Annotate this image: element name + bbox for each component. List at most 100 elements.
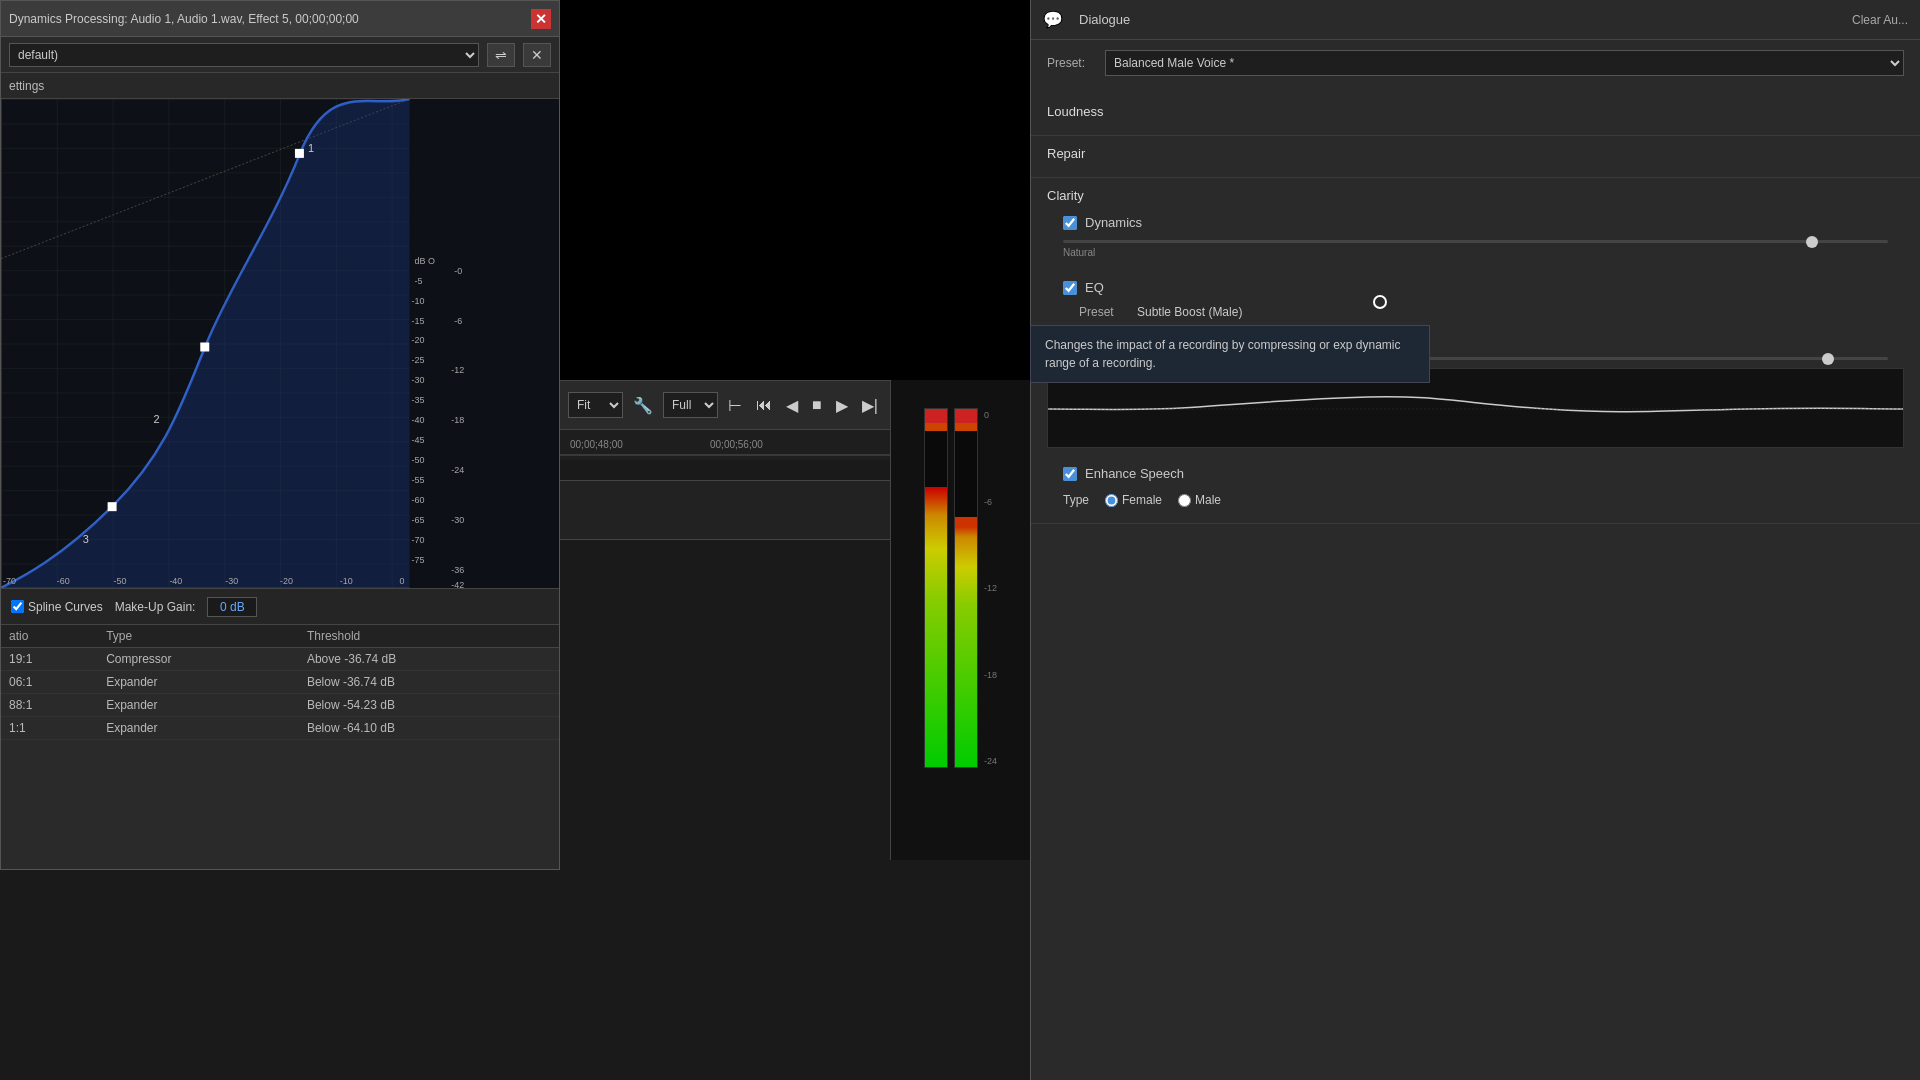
svg-text:-60: -60 bbox=[412, 495, 425, 505]
mark-in-button[interactable]: ⊢ bbox=[724, 392, 746, 419]
svg-text:-42: -42 bbox=[451, 580, 464, 588]
reset-button[interactable]: ⇌ bbox=[487, 43, 515, 67]
eq-chart-svg bbox=[1048, 369, 1903, 448]
video-area bbox=[560, 0, 1030, 380]
svg-text:-20: -20 bbox=[412, 335, 425, 345]
prev-frame-button[interactable]: ◀ bbox=[782, 392, 802, 419]
svg-text:-20: -20 bbox=[280, 576, 293, 586]
svg-text:-45: -45 bbox=[412, 435, 425, 445]
play-button[interactable]: ▶ bbox=[832, 392, 852, 419]
step-back-button[interactable]: ⏮ bbox=[752, 392, 776, 418]
svg-text:-10: -10 bbox=[340, 576, 353, 586]
eq-preset-value: Subtle Boost (Male) bbox=[1137, 305, 1242, 319]
cell-ratio: 1:1 bbox=[1, 717, 98, 740]
clarity-section: Clarity Dynamics Natural EQ Preset Subtl… bbox=[1031, 178, 1920, 524]
graph-container: 1 2 3 4 dB O -5 -10 -15 -20 -25 -30 -35 … bbox=[1, 99, 559, 589]
amount-slider-thumb[interactable] bbox=[1822, 353, 1834, 365]
eq-preset-label: Preset bbox=[1079, 305, 1129, 319]
amount-label: Amount bbox=[1063, 335, 1104, 349]
dialogue-tab[interactable]: Dialogue bbox=[1071, 8, 1138, 31]
svg-text:2: 2 bbox=[153, 413, 159, 425]
col-ratio: atio bbox=[1, 625, 98, 648]
amount-slider-track bbox=[1063, 357, 1888, 360]
quality-select[interactable]: Full bbox=[663, 392, 718, 418]
loudness-label: Loudness bbox=[1047, 104, 1904, 119]
svg-text:-60: -60 bbox=[57, 576, 70, 586]
male-radio[interactable] bbox=[1178, 494, 1191, 507]
svg-text:0: 0 bbox=[400, 576, 405, 586]
next-frame-button[interactable]: ▶| bbox=[858, 392, 882, 419]
dynamics-slider-container: Natural bbox=[1047, 236, 1904, 266]
cell-type: Expander bbox=[98, 694, 299, 717]
table-row: 88:1 Expander Below -54.23 dB bbox=[1, 694, 559, 717]
zoom-select[interactable]: Fit bbox=[568, 392, 623, 418]
enhance-speech-label: Enhance Speech bbox=[1085, 466, 1184, 481]
dynamics-slider-thumb[interactable] bbox=[1806, 236, 1818, 248]
clear-audio-button[interactable]: Clear Au... bbox=[1852, 13, 1908, 27]
dynamics-graph: 1 2 3 4 dB O -5 -10 -15 -20 -25 -30 -35 … bbox=[1, 99, 559, 588]
svg-text:-15: -15 bbox=[412, 316, 425, 326]
female-radio-option: Female bbox=[1105, 493, 1162, 507]
dynamics-row: Dynamics bbox=[1047, 209, 1904, 236]
stop-button[interactable]: ■ bbox=[808, 392, 826, 418]
dynamics-toolbar: default) ⇌ ✕ bbox=[1, 37, 559, 73]
right-panel-header: 💬 Dialogue Clear Au... bbox=[1031, 0, 1920, 40]
clarity-label: Clarity bbox=[1047, 188, 1904, 203]
dynamics-table-body: 19:1 Compressor Above -36.74 dB 06:1 Exp… bbox=[1, 648, 559, 740]
spline-curves-checkbox-label[interactable]: Spline Curves bbox=[11, 600, 103, 614]
makeup-gain-value[interactable]: 0 dB bbox=[207, 597, 257, 617]
svg-text:-50: -50 bbox=[114, 576, 127, 586]
cell-type: Compressor bbox=[98, 648, 299, 671]
enhance-speech-checkbox[interactable] bbox=[1063, 467, 1077, 481]
svg-text:-50: -50 bbox=[412, 455, 425, 465]
type-label: Type bbox=[1063, 493, 1089, 507]
male-label: Male bbox=[1195, 493, 1221, 507]
col-type: Type bbox=[98, 625, 299, 648]
cell-threshold: Below -54.23 dB bbox=[299, 694, 559, 717]
svg-text:-12: -12 bbox=[451, 365, 464, 375]
table-row: 06:1 Expander Below -36.74 dB bbox=[1, 671, 559, 694]
svg-text:00;00;48;00: 00;00;48;00 bbox=[570, 439, 623, 450]
dynamics-table-container: atio Type Threshold 19:1 Compressor Abov… bbox=[1, 625, 559, 740]
female-radio[interactable] bbox=[1105, 494, 1118, 507]
cell-ratio: 88:1 bbox=[1, 694, 98, 717]
svg-text:-55: -55 bbox=[412, 475, 425, 485]
zoom-icon[interactable]: 🔧 bbox=[629, 392, 657, 419]
svg-text:-6: -6 bbox=[454, 316, 462, 326]
svg-text:00;00;56;00: 00;00;56;00 bbox=[710, 439, 763, 450]
preset-select[interactable]: Balanced Male Voice * bbox=[1105, 50, 1904, 76]
eq-row: EQ bbox=[1047, 274, 1904, 301]
eq-checkbox[interactable] bbox=[1063, 281, 1077, 295]
meter-scale: 0 -6 -12 -18 -24 bbox=[984, 408, 997, 768]
cell-type: Expander bbox=[98, 671, 299, 694]
svg-text:-18: -18 bbox=[451, 415, 464, 425]
close-panel-button[interactable]: ✕ bbox=[523, 43, 551, 67]
dynamics-window: Dynamics Processing: Audio 1, Audio 1.wa… bbox=[0, 0, 560, 870]
dynamics-close-button[interactable]: ✕ bbox=[531, 9, 551, 29]
control-point-3 bbox=[108, 502, 117, 511]
preset-dropdown[interactable]: default) bbox=[9, 43, 479, 67]
svg-text:-36: -36 bbox=[451, 565, 464, 575]
svg-text:-35: -35 bbox=[412, 395, 425, 405]
male-radio-option: Male bbox=[1178, 493, 1221, 507]
svg-text:-30: -30 bbox=[225, 576, 238, 586]
cell-threshold: Above -36.74 dB bbox=[299, 648, 559, 671]
cell-ratio: 19:1 bbox=[1, 648, 98, 671]
dialogue-icon: 💬 bbox=[1043, 10, 1063, 29]
dynamics-slider-left-label: Natural bbox=[1063, 247, 1095, 258]
right-meter-fill bbox=[955, 517, 977, 767]
svg-text:-5: -5 bbox=[415, 276, 423, 286]
dynamics-label: Dynamics bbox=[1085, 215, 1142, 230]
eq-preset-row: Preset Subtle Boost (Male) bbox=[1047, 301, 1904, 323]
spline-curves-checkbox[interactable] bbox=[11, 600, 24, 613]
dynamics-slider-track bbox=[1063, 240, 1888, 243]
bottom-controls: Spline Curves Make-Up Gain: 0 dB bbox=[1, 589, 559, 625]
svg-text:-30: -30 bbox=[412, 375, 425, 385]
svg-text:-10: -10 bbox=[412, 296, 425, 306]
dynamics-checkbox[interactable] bbox=[1063, 216, 1077, 230]
svg-text:-0: -0 bbox=[454, 266, 462, 276]
female-label: Female bbox=[1122, 493, 1162, 507]
svg-text:-30: -30 bbox=[451, 515, 464, 525]
svg-text:1: 1 bbox=[308, 142, 314, 154]
svg-text:-65: -65 bbox=[412, 515, 425, 525]
